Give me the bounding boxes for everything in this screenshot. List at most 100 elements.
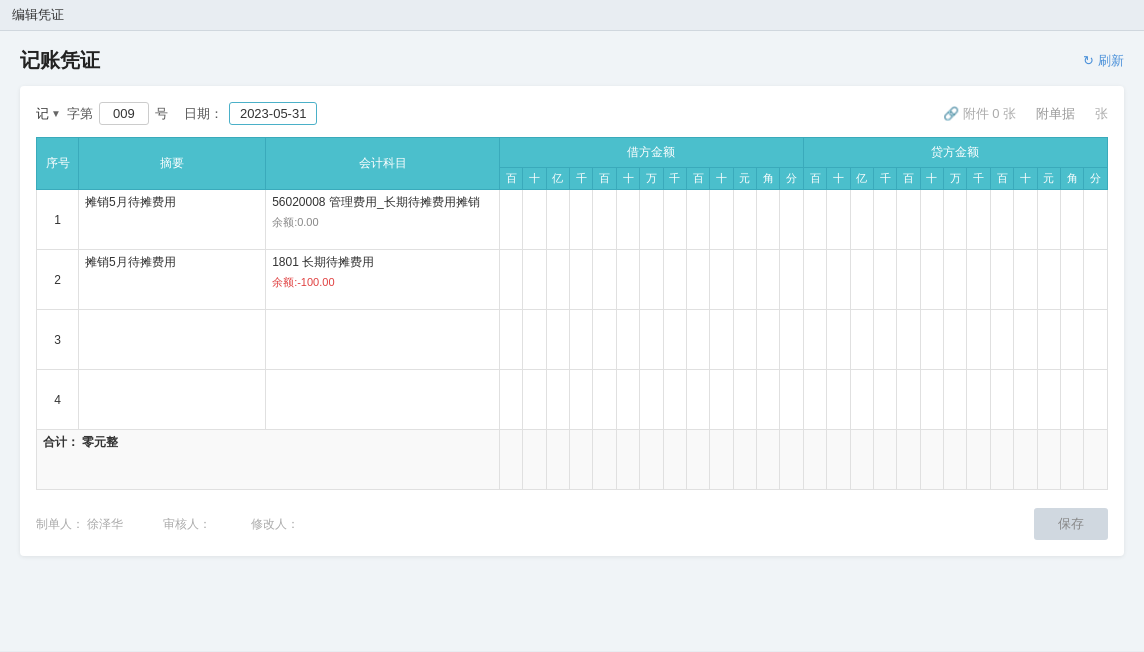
row4-account[interactable]	[266, 370, 500, 430]
row3-c3[interactable]	[850, 310, 873, 370]
row1-c3[interactable]	[850, 190, 873, 250]
row3-c13[interactable]	[1084, 310, 1108, 370]
row1-c4[interactable]	[873, 190, 896, 250]
row3-c7[interactable]	[944, 310, 967, 370]
row4-c4[interactable]	[873, 370, 896, 430]
row1-d6[interactable]	[616, 190, 639, 250]
row3-c9[interactable]	[990, 310, 1013, 370]
row4-c1[interactable]	[803, 370, 826, 430]
row2-d2[interactable]	[523, 250, 546, 310]
row2-account[interactable]: 1801 长期待摊费用 余额:-100.00	[266, 250, 500, 310]
row1-c2[interactable]	[827, 190, 850, 250]
row1-d11[interactable]	[733, 190, 756, 250]
row1-c6[interactable]	[920, 190, 943, 250]
row2-c3[interactable]	[850, 250, 873, 310]
row3-d13[interactable]	[780, 310, 803, 370]
row2-c8[interactable]	[967, 250, 990, 310]
row3-summary[interactable]	[79, 310, 266, 370]
row2-c5[interactable]	[897, 250, 920, 310]
row4-d13[interactable]	[780, 370, 803, 430]
row2-c10[interactable]	[1014, 250, 1037, 310]
row4-c3[interactable]	[850, 370, 873, 430]
row1-d13[interactable]	[780, 190, 803, 250]
row3-d6[interactable]	[616, 310, 639, 370]
row3-d4[interactable]	[570, 310, 593, 370]
row1-d12[interactable]	[757, 190, 780, 250]
row1-c10[interactable]	[1014, 190, 1037, 250]
row4-c8[interactable]	[967, 370, 990, 430]
row1-c9[interactable]	[990, 190, 1013, 250]
row3-c6[interactable]	[920, 310, 943, 370]
row1-c11[interactable]	[1037, 190, 1060, 250]
row1-c1[interactable]	[803, 190, 826, 250]
row4-c6[interactable]	[920, 370, 943, 430]
row2-d5[interactable]	[593, 250, 616, 310]
row4-d6[interactable]	[616, 370, 639, 430]
row2-summary[interactable]: 摊销5月待摊费用	[79, 250, 266, 310]
row1-c13[interactable]	[1084, 190, 1108, 250]
row1-d10[interactable]	[710, 190, 733, 250]
row1-d5[interactable]	[593, 190, 616, 250]
row1-d9[interactable]	[686, 190, 709, 250]
row3-c10[interactable]	[1014, 310, 1037, 370]
row2-d4[interactable]	[570, 250, 593, 310]
row3-d5[interactable]	[593, 310, 616, 370]
row1-c8[interactable]	[967, 190, 990, 250]
row2-d8[interactable]	[663, 250, 686, 310]
row3-d2[interactable]	[523, 310, 546, 370]
row4-c9[interactable]	[990, 370, 1013, 430]
row4-c11[interactable]	[1037, 370, 1060, 430]
row2-c2[interactable]	[827, 250, 850, 310]
row2-c1[interactable]	[803, 250, 826, 310]
row4-d8[interactable]	[663, 370, 686, 430]
row3-c4[interactable]	[873, 310, 896, 370]
row3-c2[interactable]	[827, 310, 850, 370]
attachment-control[interactable]: 🔗 附件 0 张	[943, 105, 1016, 123]
row3-d11[interactable]	[733, 310, 756, 370]
row2-d7[interactable]	[640, 250, 663, 310]
row3-c5[interactable]	[897, 310, 920, 370]
row3-d9[interactable]	[686, 310, 709, 370]
row1-d3[interactable]	[546, 190, 569, 250]
row3-d3[interactable]	[546, 310, 569, 370]
row1-c12[interactable]	[1060, 190, 1083, 250]
row2-d12[interactable]	[757, 250, 780, 310]
row3-c12[interactable]	[1060, 310, 1083, 370]
row2-c11[interactable]	[1037, 250, 1060, 310]
row4-c7[interactable]	[944, 370, 967, 430]
row2-d3[interactable]	[546, 250, 569, 310]
row3-c1[interactable]	[803, 310, 826, 370]
row1-d7[interactable]	[640, 190, 663, 250]
row1-account[interactable]: 56020008 管理费用_长期待摊费用摊销 余额:0.00	[266, 190, 500, 250]
row4-c10[interactable]	[1014, 370, 1037, 430]
row4-summary[interactable]	[79, 370, 266, 430]
refresh-button[interactable]: ↻ 刷新	[1083, 52, 1124, 70]
row2-d10[interactable]	[710, 250, 733, 310]
row2-d13[interactable]	[780, 250, 803, 310]
row1-d4[interactable]	[570, 190, 593, 250]
voucher-number[interactable]: 009	[99, 102, 149, 125]
row4-c13[interactable]	[1084, 370, 1108, 430]
row1-d8[interactable]	[663, 190, 686, 250]
row1-d1[interactable]	[499, 190, 522, 250]
row2-d6[interactable]	[616, 250, 639, 310]
row2-d9[interactable]	[686, 250, 709, 310]
row4-c5[interactable]	[897, 370, 920, 430]
save-button[interactable]: 保存	[1034, 508, 1108, 540]
row4-d11[interactable]	[733, 370, 756, 430]
row3-c11[interactable]	[1037, 310, 1060, 370]
row4-d1[interactable]	[499, 370, 522, 430]
row1-summary[interactable]: 摊销5月待摊费用	[79, 190, 266, 250]
ji-select[interactable]: 记 ▼	[36, 105, 61, 123]
row2-d11[interactable]	[733, 250, 756, 310]
row4-d10[interactable]	[710, 370, 733, 430]
row3-d10[interactable]	[710, 310, 733, 370]
row3-d7[interactable]	[640, 310, 663, 370]
row3-d12[interactable]	[757, 310, 780, 370]
row2-c4[interactable]	[873, 250, 896, 310]
row4-c12[interactable]	[1060, 370, 1083, 430]
row2-c7[interactable]	[944, 250, 967, 310]
row4-d4[interactable]	[570, 370, 593, 430]
row3-c8[interactable]	[967, 310, 990, 370]
row2-c13[interactable]	[1084, 250, 1108, 310]
